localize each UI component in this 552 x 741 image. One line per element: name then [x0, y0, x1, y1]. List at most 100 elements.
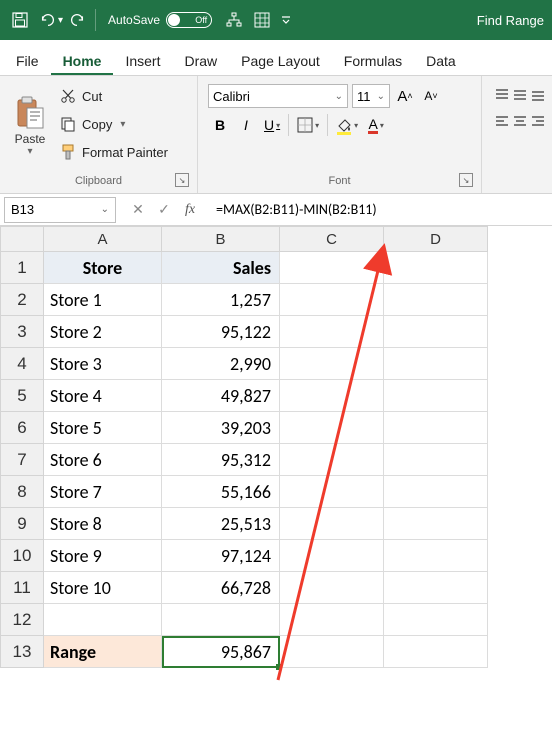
font-size-select[interactable]: 11 ⌄: [352, 84, 390, 108]
tab-draw[interactable]: Draw: [172, 45, 229, 75]
cell[interactable]: Range: [44, 636, 162, 668]
format-painter-button[interactable]: Format Painter: [60, 140, 168, 164]
cell[interactable]: [384, 252, 488, 284]
clipboard-launcher-icon[interactable]: ↘: [175, 173, 189, 187]
row-header-5[interactable]: 5: [0, 380, 44, 412]
cell[interactable]: [280, 604, 384, 636]
cell[interactable]: Store 9: [44, 540, 162, 572]
cell[interactable]: [384, 380, 488, 412]
fill-color-button[interactable]: ▾: [332, 112, 362, 138]
save-icon[interactable]: [6, 2, 34, 38]
confirm-formula-icon[interactable]: ✓: [152, 197, 176, 223]
cell[interactable]: [280, 508, 384, 540]
cell[interactable]: [384, 348, 488, 380]
cell[interactable]: 1,257: [162, 284, 280, 316]
row-header-3[interactable]: 3: [0, 316, 44, 348]
column-header-C[interactable]: C: [280, 226, 384, 252]
tab-file[interactable]: File: [4, 45, 51, 75]
name-box[interactable]: B13 ⌄: [4, 197, 116, 223]
cell[interactable]: [384, 412, 488, 444]
bold-button[interactable]: B: [208, 112, 232, 138]
cell[interactable]: [44, 604, 162, 636]
cell[interactable]: [280, 252, 384, 284]
paste-button[interactable]: Paste ▾: [6, 80, 54, 171]
formula-input[interactable]: =MAX(B2:B11)-MIN(B2:B11): [208, 201, 552, 218]
align-bottom-button[interactable]: [530, 84, 546, 106]
cell[interactable]: 25,513: [162, 508, 280, 540]
row-header-7[interactable]: 7: [0, 444, 44, 476]
cell[interactable]: 66,728: [162, 572, 280, 604]
autosave-toggle[interactable]: AutoSave Off: [108, 12, 212, 28]
tab-data[interactable]: Data: [414, 45, 468, 75]
fill-dropdown-icon[interactable]: ▾: [354, 121, 358, 130]
cell[interactable]: [384, 604, 488, 636]
cell[interactable]: Store 7: [44, 476, 162, 508]
row-header-11[interactable]: 11: [0, 572, 44, 604]
tab-page-layout[interactable]: Page Layout: [229, 45, 332, 75]
cell[interactable]: Store 5: [44, 412, 162, 444]
row-header-10[interactable]: 10: [0, 540, 44, 572]
cell[interactable]: 95,312: [162, 444, 280, 476]
row-header-8[interactable]: 8: [0, 476, 44, 508]
cell[interactable]: 39,203: [162, 412, 280, 444]
cell[interactable]: Store: [44, 252, 162, 284]
name-box-dropdown-icon[interactable]: ⌄: [101, 204, 109, 215]
qat-customize-icon[interactable]: [276, 2, 296, 38]
fx-icon[interactable]: fx: [178, 197, 202, 223]
column-header-A[interactable]: A: [44, 226, 162, 252]
cell[interactable]: Store 1: [44, 284, 162, 316]
cell[interactable]: Store 10: [44, 572, 162, 604]
redo-icon[interactable]: [63, 2, 91, 38]
row-header-1[interactable]: 1: [0, 252, 44, 284]
cell[interactable]: 55,166: [162, 476, 280, 508]
copy-dropdown-icon[interactable]: ▾: [120, 119, 125, 130]
italic-button[interactable]: I: [234, 112, 258, 138]
cell[interactable]: [280, 444, 384, 476]
column-header-B[interactable]: B: [162, 226, 280, 252]
cell[interactable]: [280, 572, 384, 604]
cut-button[interactable]: Cut: [60, 84, 168, 108]
cell[interactable]: [384, 508, 488, 540]
tab-formulas[interactable]: Formulas: [332, 45, 414, 75]
cell[interactable]: 49,827: [162, 380, 280, 412]
cell[interactable]: [280, 380, 384, 412]
align-middle-button[interactable]: [512, 84, 528, 106]
cell[interactable]: [280, 636, 384, 668]
cell[interactable]: Store 8: [44, 508, 162, 540]
shrink-font-button[interactable]: A˅: [420, 84, 442, 108]
underline-dropdown-icon[interactable]: ▾: [276, 121, 280, 130]
cell[interactable]: [384, 444, 488, 476]
row-header-13[interactable]: 13: [0, 636, 44, 668]
worksheet[interactable]: ABCD 12345678910111213 StoreSalesStore 1…: [0, 226, 552, 741]
grid-icon[interactable]: [248, 2, 276, 38]
cell[interactable]: [280, 316, 384, 348]
cell[interactable]: [280, 348, 384, 380]
cell[interactable]: [162, 604, 280, 636]
row-header-6[interactable]: 6: [0, 412, 44, 444]
cell[interactable]: [384, 636, 488, 668]
row-header-2[interactable]: 2: [0, 284, 44, 316]
copy-button[interactable]: Copy ▾: [60, 112, 168, 136]
row-header-4[interactable]: 4: [0, 348, 44, 380]
cell[interactable]: [280, 540, 384, 572]
cell[interactable]: Store 2: [44, 316, 162, 348]
org-chart-icon[interactable]: [220, 2, 248, 38]
font-launcher-icon[interactable]: ↘: [459, 173, 473, 187]
underline-button[interactable]: U▾: [260, 112, 284, 138]
cell[interactable]: Store 6: [44, 444, 162, 476]
align-top-button[interactable]: [494, 84, 510, 106]
align-left-button[interactable]: [494, 110, 510, 132]
cell[interactable]: 97,124: [162, 540, 280, 572]
cell[interactable]: Store 4: [44, 380, 162, 412]
tab-insert[interactable]: Insert: [113, 45, 172, 75]
cell[interactable]: [280, 476, 384, 508]
cell[interactable]: [280, 284, 384, 316]
cell[interactable]: 95,122: [162, 316, 280, 348]
font-name-select[interactable]: Calibri ⌄: [208, 84, 348, 108]
column-header-D[interactable]: D: [384, 226, 488, 252]
cell[interactable]: [384, 316, 488, 348]
cell[interactable]: [384, 284, 488, 316]
cell[interactable]: 2,990: [162, 348, 280, 380]
row-header-9[interactable]: 9: [0, 508, 44, 540]
paste-dropdown-icon[interactable]: ▾: [27, 146, 32, 157]
